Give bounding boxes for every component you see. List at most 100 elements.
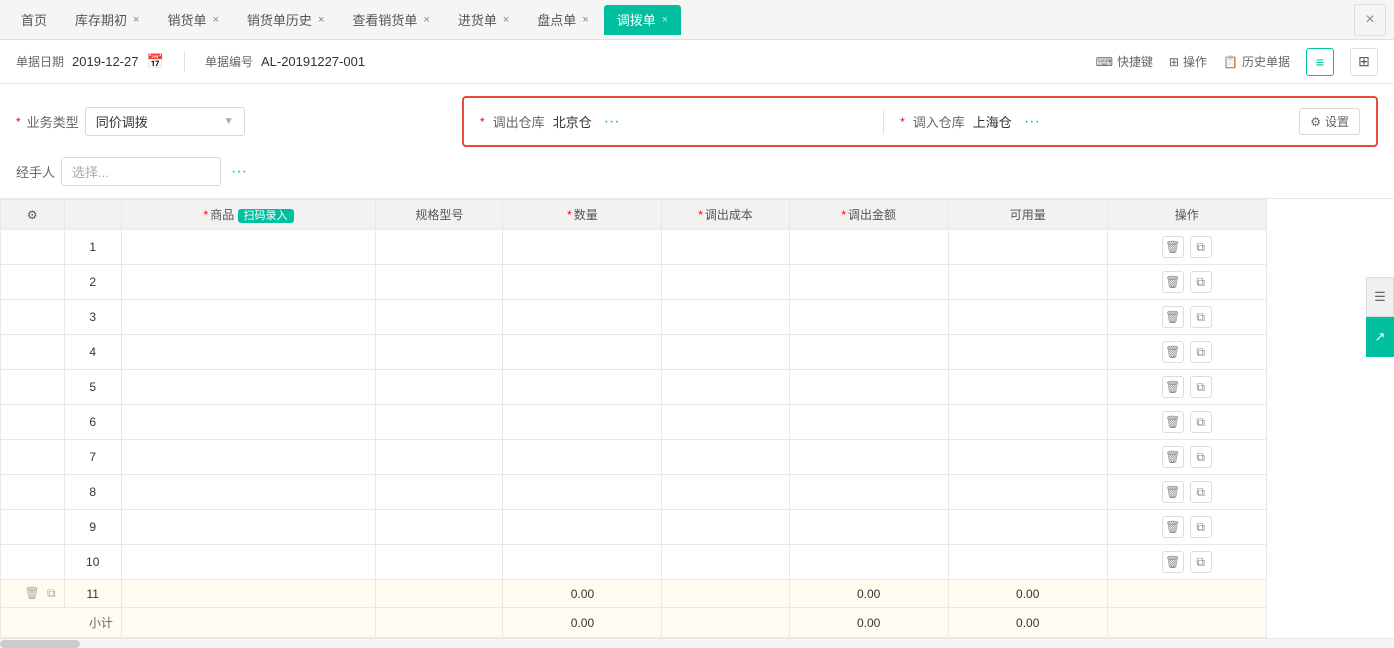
- close-tab-sales-history[interactable]: ×: [318, 14, 324, 26]
- tab-sales-order[interactable]: 销货单 ×: [154, 5, 231, 35]
- settings-button[interactable]: ⚙ 设置: [1299, 108, 1360, 135]
- row-qty-cell[interactable]: [503, 545, 662, 580]
- row-gear-cell: [1, 510, 65, 545]
- table-container: ⚙ *商品 扫码录入 *库存单位 规格型号 *数量 *调出成本 *调出金额 可用…: [0, 199, 1394, 638]
- tab-inventory-init[interactable]: 库存期初 ×: [62, 5, 152, 35]
- tab-purchase[interactable]: 进货单 ×: [445, 5, 522, 35]
- person-more-button[interactable]: ···: [227, 163, 251, 181]
- close-tab-transfer[interactable]: ×: [662, 14, 668, 26]
- row-delete-button[interactable]: 🗑: [1162, 411, 1184, 433]
- row-no-cell: 5: [64, 370, 121, 405]
- row-copy-button[interactable]: ⧉: [1190, 376, 1212, 398]
- row-spec-cell: [376, 265, 503, 300]
- person-label: 经手人: [16, 162, 55, 181]
- row-copy-button[interactable]: ⧉: [1190, 481, 1212, 503]
- row-copy-button[interactable]: ⧉: [1190, 306, 1212, 328]
- row-copy-button[interactable]: ⧉: [1190, 411, 1212, 433]
- row-delete-button[interactable]: 🗑: [1162, 271, 1184, 293]
- person-dropdown[interactable]: 选择...: [61, 157, 221, 186]
- float-export-button[interactable]: ↗: [1366, 317, 1394, 357]
- global-close-button[interactable]: ×: [1354, 4, 1386, 36]
- row-delete-button[interactable]: 🗑: [1162, 446, 1184, 468]
- row-spec-cell: [376, 370, 503, 405]
- tab-sales-history[interactable]: 销货单历史 ×: [234, 5, 337, 35]
- no-value: AL-20191227-001: [261, 54, 365, 69]
- gear-settings-icon: ⚙: [1310, 115, 1321, 129]
- wh-in-label: 调入仓库: [913, 112, 965, 131]
- grid-view-button[interactable]: ⊞: [1350, 48, 1378, 76]
- tab-transfer[interactable]: 调拨单 ×: [604, 5, 681, 35]
- row-delete-button[interactable]: 🗑: [1162, 236, 1184, 258]
- goods-required-star: *: [204, 208, 209, 222]
- row-goods-cell[interactable]: [121, 300, 375, 335]
- row-qty-cell[interactable]: [503, 230, 662, 265]
- tab-home[interactable]: 首页: [8, 5, 60, 35]
- row-delete-button[interactable]: 🗑: [1162, 341, 1184, 363]
- wh-in-more-button[interactable]: ···: [1020, 113, 1044, 131]
- row-no-cell: 1: [64, 230, 121, 265]
- row-goods-cell[interactable]: [121, 265, 375, 300]
- row-goods-cell[interactable]: [121, 335, 375, 370]
- tab-stocktake[interactable]: 盘点单 ×: [524, 5, 601, 35]
- row-copy-button[interactable]: ⧉: [1190, 516, 1212, 538]
- close-tab-inventory-init[interactable]: ×: [133, 14, 139, 26]
- row-ops-cell: 🗑 ⧉: [1107, 405, 1266, 440]
- ops-action[interactable]: ⊞ 操作: [1169, 53, 1207, 70]
- row-qty-cell[interactable]: [503, 440, 662, 475]
- warehouse-box: * 调出仓库 北京仓 ··· * 调入仓库 上海仓 ··· ⚙ 设置: [462, 96, 1378, 147]
- row-copy-button[interactable]: ⧉: [1190, 341, 1212, 363]
- row-goods-cell[interactable]: [121, 230, 375, 265]
- row-goods-cell[interactable]: [121, 440, 375, 475]
- row-goods-cell[interactable]: [121, 405, 375, 440]
- subtotal-del-icon[interactable]: 🗑: [24, 586, 39, 600]
- table-row: 5 🗑 ⧉: [1, 370, 1394, 405]
- float-list-button[interactable]: ☰: [1366, 277, 1394, 317]
- list-view-button[interactable]: ≡: [1306, 48, 1334, 76]
- row-delete-button[interactable]: 🗑: [1162, 551, 1184, 573]
- row-delete-button[interactable]: 🗑: [1162, 481, 1184, 503]
- col-header-gear[interactable]: ⚙: [1, 200, 65, 230]
- row-amount-cell: [789, 265, 948, 300]
- row-qty-cell[interactable]: [503, 265, 662, 300]
- row-delete-button[interactable]: 🗑: [1162, 306, 1184, 328]
- shortcuts-action[interactable]: ⌨ 快捷键: [1096, 53, 1153, 70]
- row-goods-cell[interactable]: [121, 545, 375, 580]
- row-goods-cell[interactable]: [121, 475, 375, 510]
- horizontal-scrollbar[interactable]: [0, 638, 1394, 648]
- close-tab-stocktake[interactable]: ×: [582, 14, 588, 26]
- tab-view-sales[interactable]: 查看销货单 ×: [339, 5, 442, 35]
- row-qty-cell[interactable]: [503, 370, 662, 405]
- row-delete-button[interactable]: 🗑: [1162, 516, 1184, 538]
- close-tab-sales-order[interactable]: ×: [212, 14, 218, 26]
- wh-out-more-button[interactable]: ···: [600, 113, 624, 131]
- row-qty-cell[interactable]: [503, 475, 662, 510]
- row-copy-button[interactable]: ⧉: [1190, 236, 1212, 258]
- biz-type-dropdown[interactable]: 同价调拨 ▼: [85, 107, 245, 136]
- biz-type-label: 业务类型: [27, 112, 79, 131]
- row-copy-button[interactable]: ⧉: [1190, 551, 1212, 573]
- row-goods-cell[interactable]: [121, 510, 375, 545]
- subtotal-copy-icon[interactable]: ⧉: [47, 586, 56, 600]
- subtotal-avail-cell: 0.00: [948, 580, 1107, 608]
- row-qty-cell[interactable]: [503, 405, 662, 440]
- calendar-icon[interactable]: 📅: [147, 53, 164, 70]
- history-action[interactable]: 📋 历史单据: [1223, 53, 1290, 70]
- row-goods-cell[interactable]: [121, 370, 375, 405]
- subtotal-qty-cell: 0.00: [503, 580, 662, 608]
- row-copy-button[interactable]: ⧉: [1190, 446, 1212, 468]
- subtotal-amount-cell: 0.00: [789, 580, 948, 608]
- form-left-biz: * 业务类型 同价调拨 ▼: [16, 107, 446, 136]
- row-qty-cell[interactable]: [503, 300, 662, 335]
- row-qty-cell[interactable]: [503, 510, 662, 545]
- close-tab-view-sales[interactable]: ×: [423, 14, 429, 26]
- close-tab-purchase[interactable]: ×: [503, 14, 509, 26]
- warehouse-out-group: * 调出仓库 北京仓 ···: [480, 112, 867, 131]
- row-qty-cell[interactable]: [503, 335, 662, 370]
- row-gear-cell: [1, 300, 65, 335]
- gear-col-icon: ⚙: [27, 208, 38, 222]
- row-copy-button[interactable]: ⧉: [1190, 271, 1212, 293]
- scan-badge-button[interactable]: 扫码录入: [238, 209, 294, 223]
- row-gear-cell: [1, 370, 65, 405]
- row-delete-button[interactable]: 🗑: [1162, 376, 1184, 398]
- row-gear-cell: [1, 335, 65, 370]
